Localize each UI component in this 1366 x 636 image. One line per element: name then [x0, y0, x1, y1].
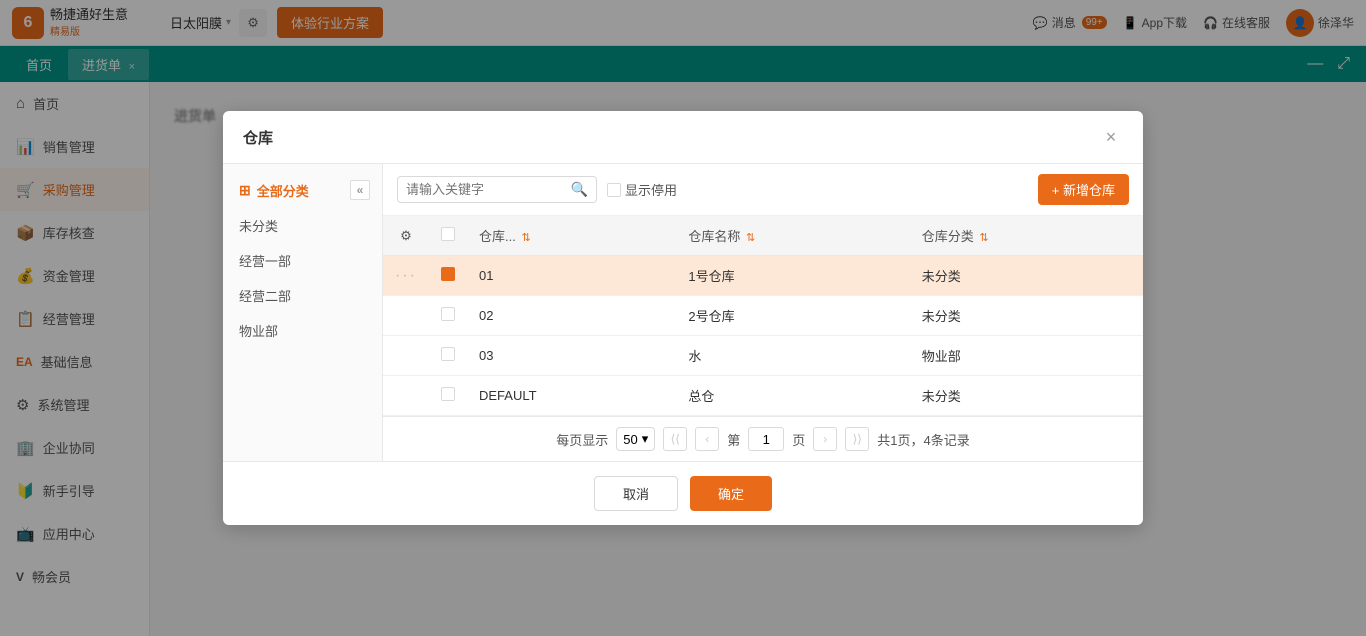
- row-name-3: 水: [676, 336, 909, 376]
- warehouse-table-wrapper: ⚙ 仓库... ⇅ 仓库名称: [383, 216, 1143, 416]
- sort-name-icon[interactable]: ⇅: [746, 232, 755, 244]
- page-first-button[interactable]: ⟨⟨: [663, 427, 687, 451]
- modal-toolbar: 🔍 显示停用 + 新增仓库: [383, 164, 1143, 216]
- select-all-checkbox[interactable]: [441, 227, 455, 241]
- all-categories-header[interactable]: ⊞ 全部分类 «: [223, 172, 382, 208]
- row-gear-cell-3: [383, 336, 429, 376]
- table-body: ··· 01 1号仓库 未分类: [383, 256, 1143, 416]
- page-number-input[interactable]: [748, 427, 784, 451]
- row-code-1: 01: [467, 256, 676, 296]
- sort-category-icon[interactable]: ⇅: [979, 232, 988, 244]
- modal-header: 仓库 ×: [223, 111, 1143, 164]
- all-categories-label: 全部分类: [257, 181, 309, 200]
- page-size-value: 50: [623, 432, 637, 447]
- page-size-select[interactable]: 50 ▾: [616, 427, 655, 451]
- search-icon[interactable]: 🔍: [571, 181, 588, 198]
- table-head: ⚙ 仓库... ⇅ 仓库名称: [383, 216, 1143, 256]
- modal-close-button[interactable]: ×: [1099, 125, 1123, 149]
- row-name-1: 1号仓库: [676, 256, 909, 296]
- row-check-cell-4: [429, 376, 467, 416]
- row-code-3: 03: [467, 336, 676, 376]
- modal-overlay: 仓库 × ⊞ 全部分类 « 未分类 经营一部 经营二部 物业部: [0, 0, 1366, 636]
- modal-content-area: 🔍 显示停用 + 新增仓库 ⚙: [383, 164, 1143, 461]
- per-page-label: 每页显示: [556, 430, 608, 449]
- row-check-cell-1: [429, 256, 467, 296]
- col-header-code: 仓库... ⇅: [467, 216, 676, 256]
- row-gear-cell-2: [383, 296, 429, 336]
- col-header-category: 仓库分类 ⇅: [910, 216, 1143, 256]
- col-header-name: 仓库名称 ⇅: [676, 216, 909, 256]
- category-property[interactable]: 物业部: [223, 313, 382, 348]
- col-code-label: 仓库...: [479, 229, 516, 244]
- page-label-no: 第: [727, 430, 740, 449]
- confirm-button[interactable]: 确定: [690, 476, 772, 511]
- add-warehouse-button[interactable]: + 新增仓库: [1038, 174, 1129, 205]
- row-category-1: 未分类: [910, 256, 1143, 296]
- col-header-check: [429, 216, 467, 256]
- row-code-2: 02: [467, 296, 676, 336]
- row-check-cell-2: [429, 296, 467, 336]
- row-check-cell-3: [429, 336, 467, 376]
- modal-category-sidebar: ⊞ 全部分类 « 未分类 经营一部 经营二部 物业部: [223, 164, 383, 461]
- row-actions-icon[interactable]: ···: [395, 267, 417, 284]
- collapse-icon: «: [357, 183, 364, 197]
- row-code-4: DEFAULT: [467, 376, 676, 416]
- row-checkbox-3[interactable]: [441, 347, 455, 361]
- category-unclassified[interactable]: 未分类: [223, 208, 382, 243]
- modal-actions: 取消 确定: [223, 461, 1143, 525]
- search-box: 🔍: [397, 176, 597, 203]
- category-ops1[interactable]: 经营一部: [223, 243, 382, 278]
- cancel-button[interactable]: 取消: [594, 476, 678, 511]
- col-category-label: 仓库分类: [922, 229, 974, 244]
- col-name-label: 仓库名称: [688, 229, 740, 244]
- modal-body: ⊞ 全部分类 « 未分类 经营一部 经营二部 物业部 🔍: [223, 164, 1143, 461]
- category-ops2[interactable]: 经营二部: [223, 278, 382, 313]
- row-checkbox-4[interactable]: [441, 387, 455, 401]
- table-row[interactable]: DEFAULT 总仓 未分类: [383, 376, 1143, 416]
- sort-code-icon[interactable]: ⇅: [521, 232, 530, 244]
- warehouse-table: ⚙ 仓库... ⇅ 仓库名称: [383, 216, 1143, 416]
- total-info: 共1页，4条记录: [877, 430, 969, 449]
- table-pagination: 每页显示 50 ▾ ⟨⟨ ‹ 第 页 › ⟩⟩ 共1页，4条记录: [383, 416, 1143, 461]
- show-disabled-checkbox-label[interactable]: 显示停用: [607, 180, 677, 199]
- gear-col-icon[interactable]: ⚙: [400, 228, 412, 243]
- table-row[interactable]: ··· 01 1号仓库 未分类: [383, 256, 1143, 296]
- page-next-button[interactable]: ›: [813, 427, 837, 451]
- row-checkbox-2[interactable]: [441, 307, 455, 321]
- table-header-row: ⚙ 仓库... ⇅ 仓库名称: [383, 216, 1143, 256]
- page-last-button[interactable]: ⟩⟩: [845, 427, 869, 451]
- row-checkbox-1[interactable]: [441, 267, 455, 281]
- page-size-arrow: ▾: [642, 431, 649, 447]
- row-gear-cell: ···: [383, 256, 429, 296]
- search-input[interactable]: [406, 182, 571, 197]
- warehouse-modal: 仓库 × ⊞ 全部分类 « 未分类 经营一部 经营二部 物业部: [223, 111, 1143, 525]
- show-disabled-label: 显示停用: [625, 180, 677, 199]
- row-gear-cell-4: [383, 376, 429, 416]
- sidebar-collapse-button[interactable]: «: [350, 180, 370, 200]
- show-disabled-checkbox[interactable]: [607, 183, 621, 197]
- page-prev-button[interactable]: ‹: [695, 427, 719, 451]
- col-header-gear: ⚙: [383, 216, 429, 256]
- grid-icon: ⊞: [239, 182, 251, 199]
- row-category-2: 未分类: [910, 296, 1143, 336]
- table-row[interactable]: 02 2号仓库 未分类: [383, 296, 1143, 336]
- page-unit-label: 页: [792, 430, 805, 449]
- modal-title: 仓库: [243, 127, 273, 148]
- row-name-4: 总仓: [676, 376, 909, 416]
- table-row[interactable]: 03 水 物业部: [383, 336, 1143, 376]
- row-name-2: 2号仓库: [676, 296, 909, 336]
- row-category-4: 未分类: [910, 376, 1143, 416]
- row-category-3: 物业部: [910, 336, 1143, 376]
